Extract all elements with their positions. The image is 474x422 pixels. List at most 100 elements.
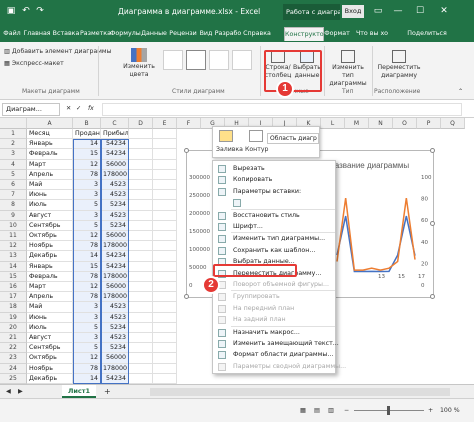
cell[interactable] — [129, 241, 153, 252]
move-chart-button[interactable]: Переместить диаграмму — [374, 50, 424, 80]
tab-home[interactable]: Главная — [22, 27, 52, 41]
add-sheet-button[interactable]: + — [104, 387, 111, 396]
tab-formulas[interactable]: Формулы — [110, 27, 141, 41]
cell[interactable] — [129, 159, 153, 170]
cell[interactable] — [129, 210, 153, 221]
cell[interactable] — [129, 373, 153, 384]
cell[interactable]: Январь — [27, 139, 73, 150]
tab-share[interactable]: Поделиться — [404, 27, 450, 41]
menu-item[interactable]: Параметры вставки: — [213, 186, 335, 197]
column-header[interactable]: C — [101, 118, 129, 129]
menu-item[interactable]: Копировать — [213, 174, 335, 185]
chart-style-4[interactable] — [232, 50, 252, 70]
cell[interactable] — [153, 149, 177, 160]
cell[interactable] — [153, 302, 177, 313]
column-header[interactable]: M — [345, 118, 369, 129]
add-chart-element-button[interactable]: ▥ Добавить элемент диаграммы — [4, 48, 111, 55]
chart-style-1[interactable] — [163, 50, 183, 70]
cell[interactable]: Декабрь — [27, 251, 73, 262]
cell[interactable]: Апрель — [27, 169, 73, 180]
cell[interactable] — [153, 241, 177, 252]
cell[interactable]: Декабрь — [27, 373, 73, 384]
chart-style-3[interactable] — [209, 50, 229, 70]
fill-icon[interactable] — [219, 130, 233, 142]
formula-input[interactable] — [102, 103, 462, 116]
cell[interactable]: Июнь — [27, 312, 73, 323]
zoom-level[interactable]: 100 % — [440, 407, 460, 414]
column-header[interactable]: N — [369, 118, 393, 129]
cell[interactable] — [129, 129, 153, 140]
cell[interactable]: Сентябрь — [27, 343, 73, 354]
cell[interactable]: Июнь — [27, 190, 73, 201]
cell[interactable] — [153, 159, 177, 170]
change-colors-button[interactable]: Изменить цвета — [122, 48, 156, 79]
column-header[interactable]: B — [73, 118, 101, 129]
column-header[interactable]: P — [417, 118, 441, 129]
menu-item[interactable]: Назначить макрос... — [213, 327, 335, 338]
change-chart-type-button[interactable]: Изменить тип диаграммы — [326, 50, 370, 88]
cell[interactable] — [129, 261, 153, 272]
menu-item[interactable]: Изменить тип диаграммы... — [213, 233, 335, 244]
cell[interactable] — [153, 343, 177, 354]
redo-icon[interactable]: ↷ — [34, 5, 46, 17]
cell[interactable] — [153, 271, 177, 282]
cell[interactable] — [153, 261, 177, 272]
row-header[interactable]: 10 — [0, 220, 27, 231]
row-header[interactable]: 15 — [0, 271, 27, 282]
cell[interactable] — [129, 282, 153, 293]
row-header[interactable]: 16 — [0, 282, 27, 293]
menu-item[interactable]: Вырезать — [213, 163, 335, 174]
cell[interactable] — [153, 333, 177, 344]
cell[interactable] — [129, 353, 153, 364]
column-header[interactable]: O — [393, 118, 417, 129]
tab-view[interactable]: Вид — [198, 27, 214, 41]
cell[interactable]: Март — [27, 282, 73, 293]
row-header[interactable]: 14 — [0, 261, 27, 272]
row-header[interactable]: 20 — [0, 322, 27, 333]
cell[interactable] — [129, 343, 153, 354]
column-header[interactable]: Q — [441, 118, 465, 129]
tab-tell-me[interactable]: Что вы хо — [352, 27, 392, 41]
tab-help[interactable]: Справка — [242, 27, 272, 41]
row-header[interactable]: 22 — [0, 343, 27, 354]
cell[interactable] — [129, 312, 153, 323]
cell[interactable] — [129, 220, 153, 231]
cell[interactable]: Месяц — [27, 129, 73, 140]
login-button[interactable]: Вход — [342, 5, 364, 18]
chart-element-dropdown[interactable]: Область диагр ▾ — [267, 133, 319, 144]
cancel-icon[interactable]: ✕ — [66, 105, 71, 112]
cell[interactable]: Ноябрь — [27, 241, 73, 252]
chart-style-2[interactable] — [186, 50, 206, 70]
sheet-tab-active[interactable]: Лист1 — [62, 385, 96, 398]
save-icon[interactable]: ▣ — [5, 5, 17, 17]
cell[interactable] — [153, 312, 177, 323]
cell[interactable] — [153, 373, 177, 384]
cell[interactable] — [153, 363, 177, 374]
select-all-corner[interactable] — [0, 118, 27, 129]
menu-item[interactable] — [213, 197, 335, 208]
collapse-ribbon-icon[interactable]: ⌃ — [458, 88, 463, 95]
row-header[interactable]: 18 — [0, 302, 27, 313]
cell[interactable]: Август — [27, 333, 73, 344]
cell[interactable] — [129, 363, 153, 374]
row-header[interactable]: 8 — [0, 200, 27, 211]
close-button[interactable]: ✕ — [438, 5, 450, 17]
page-layout-icon[interactable]: ▤ — [314, 407, 320, 414]
cell[interactable]: Ноябрь — [27, 363, 73, 374]
row-header[interactable]: 25 — [0, 373, 27, 384]
cell[interactable]: Май — [27, 302, 73, 313]
row-header[interactable]: 13 — [0, 251, 27, 262]
cell[interactable] — [153, 251, 177, 262]
row-header[interactable]: 1 — [0, 129, 27, 140]
zoom-slider-thumb[interactable] — [387, 406, 390, 415]
row-header[interactable]: 2 — [0, 139, 27, 150]
row-header[interactable]: 9 — [0, 210, 27, 221]
name-box[interactable]: Диаграм... — [2, 103, 60, 116]
cell[interactable] — [153, 292, 177, 303]
zoom-out-icon[interactable]: − — [344, 407, 349, 414]
cell[interactable] — [129, 169, 153, 180]
row-header[interactable]: 7 — [0, 190, 27, 201]
cell[interactable] — [153, 139, 177, 150]
cell[interactable]: Март — [27, 159, 73, 170]
row-header[interactable]: 6 — [0, 180, 27, 191]
